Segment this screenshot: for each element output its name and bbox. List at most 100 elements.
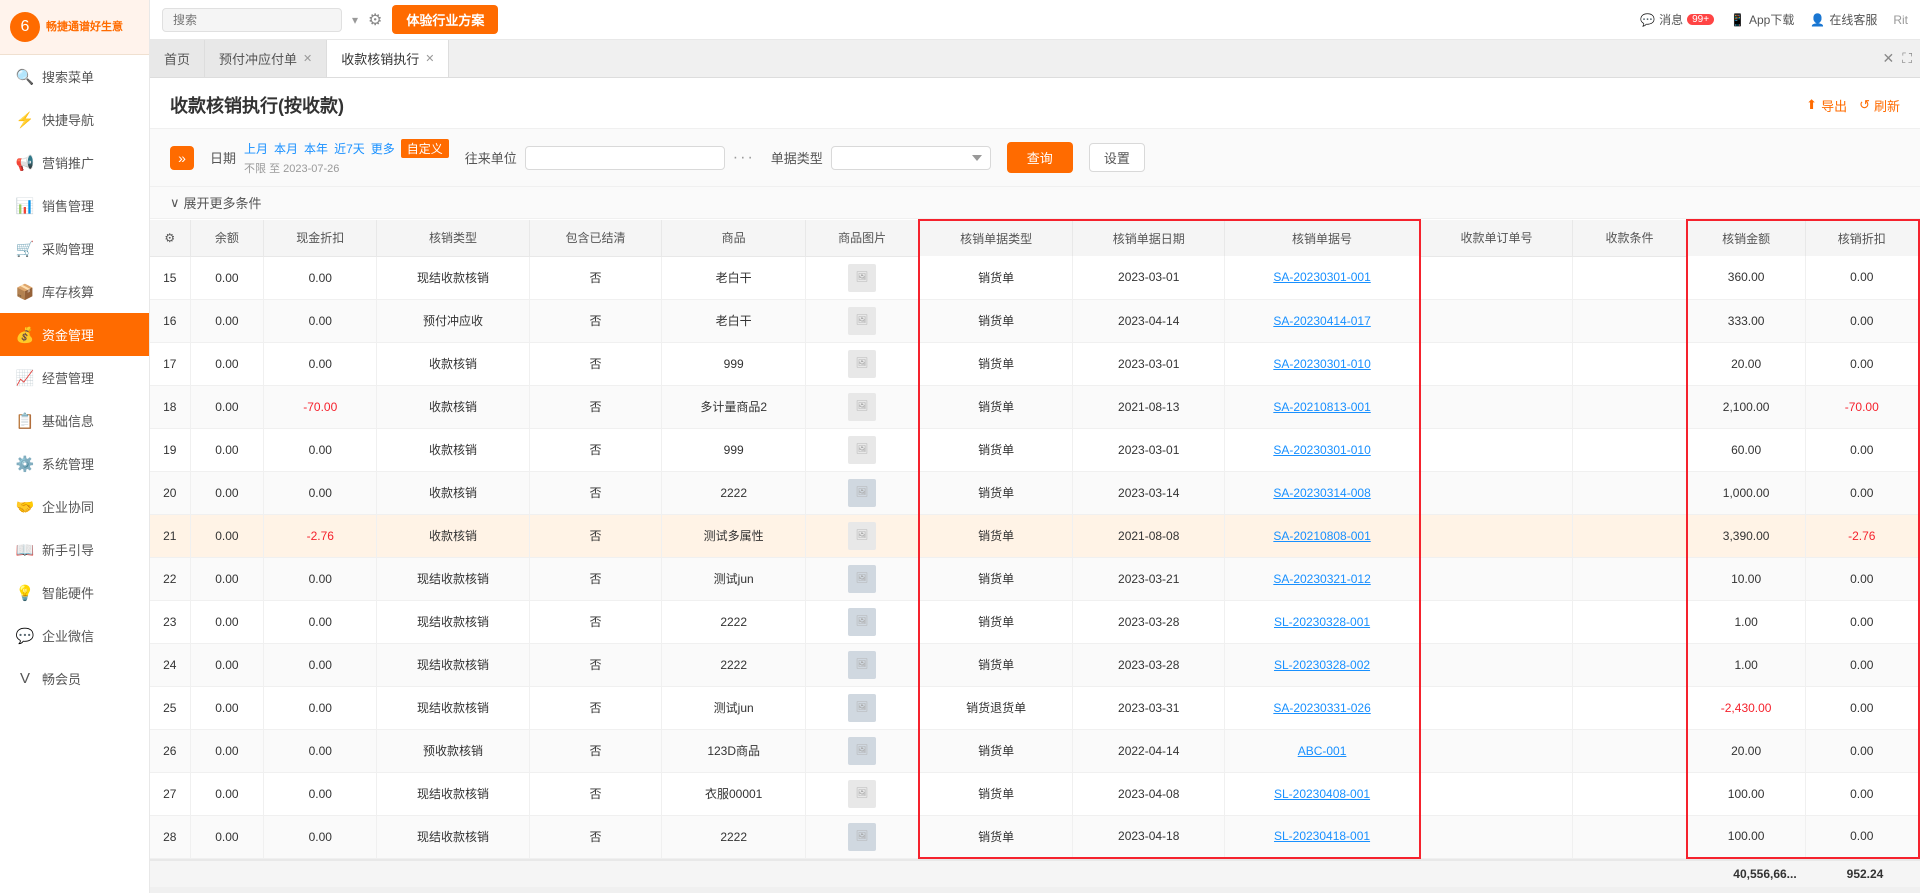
export-button[interactable]: ⬆ 导出 <box>1806 96 1847 115</box>
notification-area[interactable]: 💬 消息 99+ <box>1640 11 1714 28</box>
cell-writeoff-amount: 333.00 <box>1687 299 1805 342</box>
cell-bill-no[interactable]: SA-20210808-001 <box>1225 514 1420 557</box>
query-button[interactable]: 查询 <box>1007 142 1073 173</box>
sidebar-item-label: 快捷导航 <box>42 110 94 129</box>
date-option-this-year[interactable]: 本年 <box>304 140 328 157</box>
industry-solution-button[interactable]: 体验行业方案 <box>392 5 498 34</box>
sidebar-item-member[interactable]: V 畅会员 <box>0 657 149 700</box>
table-row: 28 0.00 0.00 现结收款核销 否 2222 🖼 销货单 2023-04… <box>150 815 1919 858</box>
cell-bill-no[interactable]: SA-20230314-008 <box>1225 471 1420 514</box>
footer-writeoff-discount: 952.24 <box>1820 867 1910 881</box>
cell-product-img: 🖼 <box>805 256 919 299</box>
cell-bill-no[interactable]: SA-20210813-001 <box>1225 385 1420 428</box>
date-option-more[interactable]: 更多 <box>371 140 395 157</box>
refresh-button[interactable]: ↺ 刷新 <box>1859 96 1900 115</box>
maximize-icon[interactable]: ⛶ <box>1902 50 1912 67</box>
sidebar-item-collab[interactable]: 🤝 企业协同 <box>0 485 149 528</box>
cell-bill-no[interactable]: SL-20230328-001 <box>1225 600 1420 643</box>
sidebar-item-label: 搜索菜单 <box>42 67 94 86</box>
online-service-link[interactable]: 👤 在线客服 <box>1810 11 1877 28</box>
sidebar-item-system[interactable]: ⚙️ 系统管理 <box>0 442 149 485</box>
cell-receipt-condition <box>1573 815 1687 858</box>
col-gear[interactable]: ⚙ <box>150 220 190 256</box>
cell-bill-no[interactable]: SA-20230414-017 <box>1225 299 1420 342</box>
sidebar-item-operations[interactable]: 📈 经营管理 <box>0 356 149 399</box>
page-actions: ⬆ 导出 ↺ 刷新 <box>1806 96 1900 115</box>
date-option-custom[interactable]: 自定义 <box>401 139 449 158</box>
cell-bill-no[interactable]: SA-20230301-001 <box>1225 256 1420 299</box>
gear-icon[interactable]: ⚙ <box>368 10 382 30</box>
topbar-right: 💬 消息 99+ 📱 App下载 👤 在线客服 Rit <box>1640 11 1908 28</box>
tab-prepay[interactable]: 预付冲应付单 ✕ <box>205 40 327 77</box>
cell-cash-discount: 0.00 <box>264 342 377 385</box>
cell-bill-no[interactable]: SA-20230331-026 <box>1225 686 1420 729</box>
tab-prepay-close[interactable]: ✕ <box>303 52 312 65</box>
tab-receipt-label: 收款核销执行 <box>341 49 419 68</box>
cell-bill-no[interactable]: SA-20230301-010 <box>1225 342 1420 385</box>
cell-writeoff-amount: 1,000.00 <box>1687 471 1805 514</box>
cell-product-img: 🖼 <box>805 729 919 772</box>
bill-type-select[interactable] <box>831 146 991 170</box>
cell-bill-no[interactable]: SL-20230408-001 <box>1225 772 1420 815</box>
tab-receipt-close[interactable]: ✕ <box>425 52 434 65</box>
close-window-icon[interactable]: ✕ <box>1882 50 1894 67</box>
date-option-this-month[interactable]: 本月 <box>274 140 298 157</box>
filter-toggle-button[interactable]: » <box>170 146 194 170</box>
cell-bill-no[interactable]: SL-20230328-002 <box>1225 643 1420 686</box>
cell-bill-no[interactable]: ABC-001 <box>1225 729 1420 772</box>
cell-product: 2222 <box>662 643 806 686</box>
refresh-icon: ↺ <box>1859 97 1870 113</box>
sidebar-item-label: 经营管理 <box>42 368 94 387</box>
tab-home-label: 首页 <box>164 49 190 68</box>
horizontal-scrollbar[interactable] <box>150 887 1920 893</box>
export-label: 导出 <box>1821 96 1847 115</box>
system-icon: ⚙️ <box>16 455 34 473</box>
sidebar-item-inventory[interactable]: 📦 库存核算 <box>0 270 149 313</box>
cell-product-img: 🖼 <box>805 342 919 385</box>
cell-product: 2222 <box>662 815 806 858</box>
tab-receipt-writeoff[interactable]: 收款核销执行 ✕ <box>327 40 449 77</box>
from-unit-dots[interactable]: ··· <box>733 149 755 167</box>
sidebar-item-search[interactable]: 🔍 搜索菜单 <box>0 55 149 98</box>
tab-home[interactable]: 首页 <box>150 40 205 77</box>
cell-product-img: 🖼 <box>805 686 919 729</box>
search-dropdown-icon[interactable]: ▾ <box>352 13 358 27</box>
cell-writeoff-discount: 0.00 <box>1805 643 1919 686</box>
collab-icon: 🤝 <box>16 498 34 516</box>
user-name[interactable]: Rit <box>1893 13 1908 27</box>
cell-bill-date: 2023-03-21 <box>1073 557 1225 600</box>
sidebar-item-quicknav[interactable]: ⚡ 快捷导航 <box>0 98 149 141</box>
cell-balance: 0.00 <box>190 428 264 471</box>
cell-bill-no[interactable]: SA-20230321-012 <box>1225 557 1420 600</box>
sidebar-item-purchase[interactable]: 🛒 采购管理 <box>0 227 149 270</box>
sales-icon: 📊 <box>16 197 34 215</box>
date-option-7days[interactable]: 近7天 <box>334 140 365 157</box>
sidebar-item-hardware[interactable]: 💡 智能硬件 <box>0 571 149 614</box>
cell-writeoff-discount: 0.00 <box>1805 299 1919 342</box>
cell-include-settled: 否 <box>529 514 662 557</box>
global-search-input[interactable] <box>162 8 342 32</box>
expand-conditions-bar[interactable]: ∨ 展开更多条件 <box>150 187 1920 219</box>
date-option-last-month[interactable]: 上月 <box>244 140 268 157</box>
sidebar-item-label: 基础信息 <box>42 411 94 430</box>
cell-product: 999 <box>662 428 806 471</box>
cell-receipt-condition <box>1573 643 1687 686</box>
cell-bill-type: 销货退货单 <box>919 686 1072 729</box>
cell-writeoff-discount: 0.00 <box>1805 600 1919 643</box>
date-filter-group: 日期 上月 本月 本年 近7天 更多 自定义 不限 至 2023-07-26 <box>210 139 449 176</box>
cell-balance: 0.00 <box>190 600 264 643</box>
sidebar-item-basic-info[interactable]: 📋 基础信息 <box>0 399 149 442</box>
sidebar-item-sales[interactable]: 📊 销售管理 <box>0 184 149 227</box>
from-unit-input[interactable] <box>525 146 725 170</box>
cell-id: 18 <box>150 385 190 428</box>
cell-id: 24 <box>150 643 190 686</box>
sidebar-item-wechat[interactable]: 💬 企业微信 <box>0 614 149 657</box>
app-download-link[interactable]: 📱 App下载 <box>1730 11 1794 28</box>
cell-bill-no[interactable]: SA-20230301-010 <box>1225 428 1420 471</box>
cell-bill-no[interactable]: SL-20230418-001 <box>1225 815 1420 858</box>
settings-button[interactable]: 设置 <box>1089 143 1145 172</box>
table-container[interactable]: ⚙ 余额 现金折扣 核销类型 包含已结清 商品 商品图片 核销单据类型 核销单据… <box>150 219 1920 893</box>
sidebar-item-finance[interactable]: 💰 资金管理 <box>0 313 149 356</box>
sidebar-item-marketing[interactable]: 📢 营销推广 <box>0 141 149 184</box>
sidebar-item-guide[interactable]: 📖 新手引导 <box>0 528 149 571</box>
